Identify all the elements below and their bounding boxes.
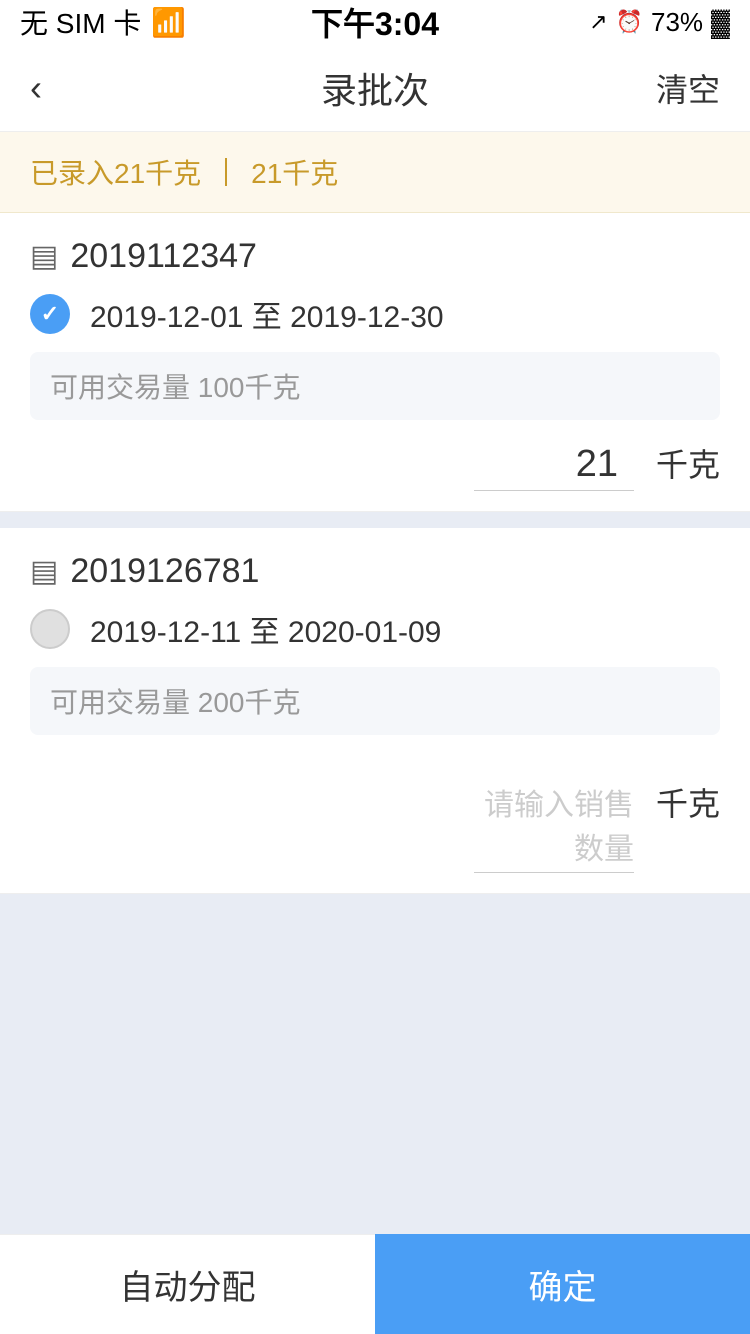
nav-bar: ‹ 录批次 清空 [0, 44, 750, 132]
batch-2-date-row: 2019-12-11 至 2020-01-09 [30, 607, 720, 651]
alarm-icon: ⏰ [616, 9, 643, 35]
batch-1-available: 可用交易量 100千克 [50, 372, 301, 403]
batch-1-available-box: 可用交易量 100千克 [30, 352, 720, 420]
batch-1-icon: ▤ [30, 239, 58, 274]
check-icon: ✓ [41, 301, 59, 327]
carrier-text: 无 SIM 卡 [20, 2, 141, 42]
recorded-amount: 已录入21千克 [30, 152, 201, 192]
info-divider [225, 158, 227, 186]
batch-1-date-row: ✓ 2019-12-01 至 2019-12-30 [30, 292, 720, 336]
auto-distribute-button[interactable]: 自动分配 [0, 1234, 375, 1334]
status-time: 下午3:04 [311, 0, 439, 45]
status-left: 无 SIM 卡 📶 [20, 2, 186, 42]
batch-1-number: 2019112347 [70, 237, 257, 276]
batch-2-input-container: 请输入销售数量 千克 [474, 779, 720, 873]
batch-1-qty-value: 21 [576, 443, 618, 485]
back-button[interactable]: ‹ [30, 67, 42, 109]
clear-button[interactable]: 清空 [656, 65, 720, 111]
batch-2-number: 2019126781 [70, 552, 259, 591]
status-right: ↗ ⏰ 73% ▓ [589, 7, 730, 38]
batch-1-qty-underline: 21 [474, 443, 634, 491]
batch-2-card: ▤ 2019126781 2019-12-11 至 2020-01-09 可用交… [0, 528, 750, 759]
batch-2-radio[interactable] [30, 609, 70, 649]
info-banner: 已录入21千克 21千克 [0, 132, 750, 213]
battery-icon: ▓ [711, 7, 730, 38]
batch-1-header: ▤ 2019112347 [30, 237, 720, 276]
wifi-icon: 📶 [151, 6, 186, 39]
batch-2-header: ▤ 2019126781 [30, 552, 720, 591]
batch-1-radio[interactable]: ✓ [30, 294, 70, 334]
batch-1-qty-row: 21 千克 [0, 420, 750, 512]
batch-1-card: ▤ 2019112347 ✓ 2019-12-01 至 2019-12-30 可… [0, 213, 750, 420]
page-title: 录批次 [321, 62, 429, 114]
batch-2-available-box: 可用交易量 200千克 [30, 667, 720, 735]
batch-1-date: 2019-12-01 至 2019-12-30 [90, 292, 444, 336]
batch-2-qty-underline: 请输入销售数量 [474, 780, 634, 873]
bottom-bar: 自动分配 确定 [0, 1234, 750, 1334]
batch-2-qty-placeholder: 请输入销售数量 [484, 789, 634, 866]
batch-2-qty-unit: 千克 [656, 779, 720, 825]
batch-2-available: 可用交易量 200千克 [50, 687, 301, 718]
auto-distribute-label: 自动分配 [120, 1260, 256, 1309]
batch-2-icon: ▤ [30, 554, 58, 589]
confirm-label: 确定 [529, 1260, 597, 1309]
batch-2-qty-row[interactable]: 请输入销售数量 千克 [0, 759, 750, 894]
total-amount: 21千克 [251, 152, 338, 192]
section-divider-2 [0, 894, 750, 1234]
batch-1-qty-unit: 千克 [656, 440, 720, 486]
battery-text: 73% [651, 7, 703, 38]
section-divider-1 [0, 512, 750, 528]
location-icon: ↗ [589, 9, 607, 35]
batch-1-input-container: 21 千克 [474, 440, 720, 491]
confirm-button[interactable]: 确定 [375, 1234, 750, 1334]
batch-2-date: 2019-12-11 至 2020-01-09 [90, 607, 441, 651]
status-bar: 无 SIM 卡 📶 下午3:04 ↗ ⏰ 73% ▓ [0, 0, 750, 44]
